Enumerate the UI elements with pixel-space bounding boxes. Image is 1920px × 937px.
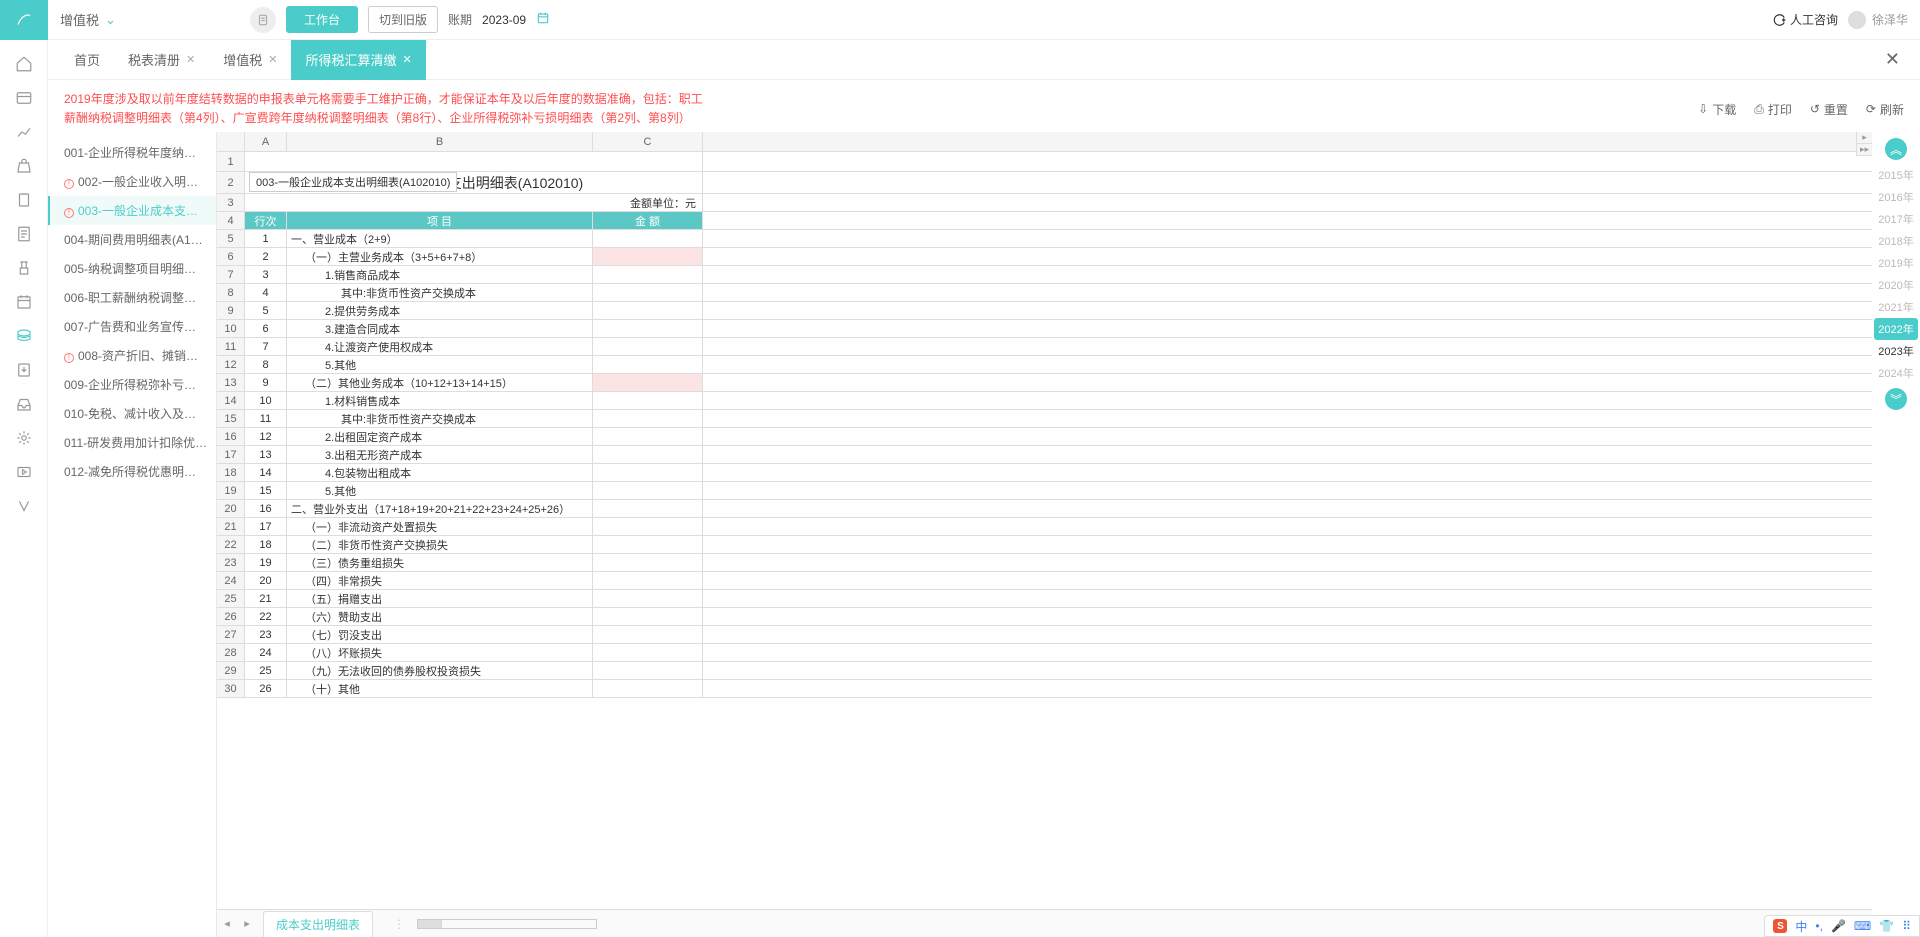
year-2022年[interactable]: 2022年 [1874,318,1917,340]
close-icon[interactable]: ✕ [268,53,277,66]
refresh-button[interactable]: ⟳刷新 [1866,90,1904,128]
year-2021年[interactable]: 2021年 [1874,296,1917,318]
year-2018年[interactable]: 2018年 [1874,230,1917,252]
download-label: 下载 [1712,101,1736,118]
warn-icon: ! [64,208,74,218]
spreadsheet: A B C ▸▸▸ 12一般企业成本支出明细表(A102010)3金额单位：元4… [216,132,1872,937]
doc-icon[interactable] [14,224,34,244]
year-rail: ︽ 2015年2016年2017年2018年2019年2020年2021年202… [1872,132,1920,937]
logo[interactable] [0,0,48,40]
year-2015年[interactable]: 2015年 [1874,164,1917,186]
period-value[interactable]: 2023-09 [482,13,526,27]
year-up[interactable]: ︽ [1885,138,1907,160]
hscroll-track[interactable] [417,919,597,929]
form-item[interactable]: 005-纳税调整项目明细表(A1… [48,254,216,283]
warning-text: 2019年度涉及取以前年度结转数据的申报表单元格需要手工维护正确，才能保证本年及… [64,90,714,128]
form-item[interactable]: 001-企业所得税年度纳税申… [48,138,216,167]
reset-button[interactable]: ↺重置 [1810,90,1848,128]
round-button[interactable] [250,7,276,33]
video-icon[interactable] [14,462,34,482]
year-2024年[interactable]: 2024年 [1874,362,1917,384]
workbench-button[interactable]: 工作台 [286,6,358,33]
tab-首页[interactable]: 首页 [60,40,114,80]
sheet-bottom: ◂ ▸ 成本支出明细表 ⋮ [217,909,1872,937]
chevron-down-icon: ⌄ [105,12,116,28]
form-item[interactable]: 012-减免所得税优惠明细表(… [48,457,216,486]
tab-所得税汇算清缴[interactable]: 所得税汇算清缴✕ [291,40,425,80]
year-2017年[interactable]: 2017年 [1874,208,1917,230]
ime-skin-icon[interactable]: 👕 [1879,919,1894,933]
form-item[interactable]: 004-期间费用明细表(A1040… [48,225,216,254]
avatar [1848,11,1866,29]
sheet-nav-first[interactable]: ◂ [217,917,237,930]
close-icon[interactable]: ✕ [403,53,412,66]
tab-增值税[interactable]: 增值税✕ [209,40,291,80]
year-2020年[interactable]: 2020年 [1874,274,1917,296]
ime-mic-icon[interactable]: 🎤 [1831,919,1846,933]
calendar-icon[interactable] [14,292,34,312]
print-button[interactable]: ⎙打印 [1754,90,1792,128]
gear-icon[interactable] [14,428,34,448]
company-select[interactable]: 增值税 ⌄ [60,10,240,29]
user-menu[interactable]: 徐泽华 [1848,11,1908,29]
tool-icon[interactable] [14,258,34,278]
bag-icon[interactable] [14,156,34,176]
ime-logo-icon: S [1773,919,1787,933]
year-down[interactable]: ︾ [1885,388,1907,410]
form-item[interactable]: 011-研发费用加计扣除优惠… [48,428,216,457]
calendar-picker-icon[interactable] [536,11,550,28]
form-item[interactable]: !008-资产折旧、摊销及纳税… [48,341,216,370]
chart-icon[interactable] [14,122,34,142]
form-item[interactable]: 007-广告费和业务宣传费跨… [48,312,216,341]
nav-rail [0,0,48,937]
col-A[interactable]: A [245,132,287,151]
ime-bar[interactable]: S 中 •, 🎤 ⌨ 👕 ⠿ [1764,915,1920,937]
hscroll-thumb[interactable] [418,920,442,928]
tab-税表清册[interactable]: 税表清册✕ [114,40,209,80]
help-label: 人工咨询 [1790,11,1838,28]
clipboard-icon[interactable] [14,190,34,210]
close-all-tabs[interactable]: ✕ [1877,49,1908,70]
warn-icon: ! [64,179,74,189]
sheet-nav-prev[interactable]: ▸ [237,917,257,930]
topbar: 增值税 ⌄ 工作台 切到旧版 账期 2023-09 人工咨询 徐泽华 [48,0,1920,40]
user-name: 徐泽华 [1872,11,1908,28]
v-icon[interactable] [14,496,34,516]
ime-keyboard-icon[interactable]: ⌨ [1854,919,1871,933]
inbox-icon[interactable] [14,394,34,414]
column-header: A B C [217,132,1872,152]
ime-lang[interactable]: 中 [1795,918,1807,935]
help-link[interactable]: 人工咨询 [1772,11,1838,28]
warn-icon: ! [64,353,74,363]
form-item[interactable]: !002-一般企业收入明细表(A… [48,167,216,196]
company-name: 增值税 [60,10,99,29]
form-item[interactable]: 010-免税、减计收入及加计… [48,399,216,428]
year-2016年[interactable]: 2016年 [1874,186,1917,208]
form-item[interactable]: 009-企业所得税弥补亏损明… [48,370,216,399]
home-icon[interactable] [14,54,34,74]
ime-punct[interactable]: •, [1815,919,1823,933]
sheet-tab[interactable]: 成本支出明细表 [263,911,373,937]
print-label: 打印 [1768,101,1792,118]
close-icon[interactable]: ✕ [186,53,195,66]
tax-icon[interactable] [14,326,34,346]
year-2019年[interactable]: 2019年 [1874,252,1917,274]
tabs-row: 首页税表清册✕增值税✕所得税汇算清缴✕ ✕ [48,40,1920,80]
year-2023年[interactable]: 2023年 [1874,340,1917,362]
col-C[interactable]: C [593,132,703,151]
ime-grid-icon[interactable]: ⠿ [1902,919,1911,933]
period-label: 账期 [448,11,472,28]
col-B[interactable]: B [287,132,593,151]
card-icon[interactable] [14,88,34,108]
form-item[interactable]: 006-职工薪酬纳税调整明细… [48,283,216,312]
form-item[interactable]: !003-一般企业成本支出明细… [48,196,216,225]
switch-old-button[interactable]: 切到旧版 [368,6,438,33]
export-icon[interactable] [14,360,34,380]
refresh-label: 刷新 [1880,101,1904,118]
sheet-crumb: 003-一般企业成本支出明细表(A102010) [249,172,457,192]
reset-label: 重置 [1824,101,1848,118]
download-button[interactable]: ⇩下载 [1698,90,1736,128]
forms-list: 001-企业所得税年度纳税申…!002-一般企业收入明细表(A…!003-一般企… [48,132,216,937]
